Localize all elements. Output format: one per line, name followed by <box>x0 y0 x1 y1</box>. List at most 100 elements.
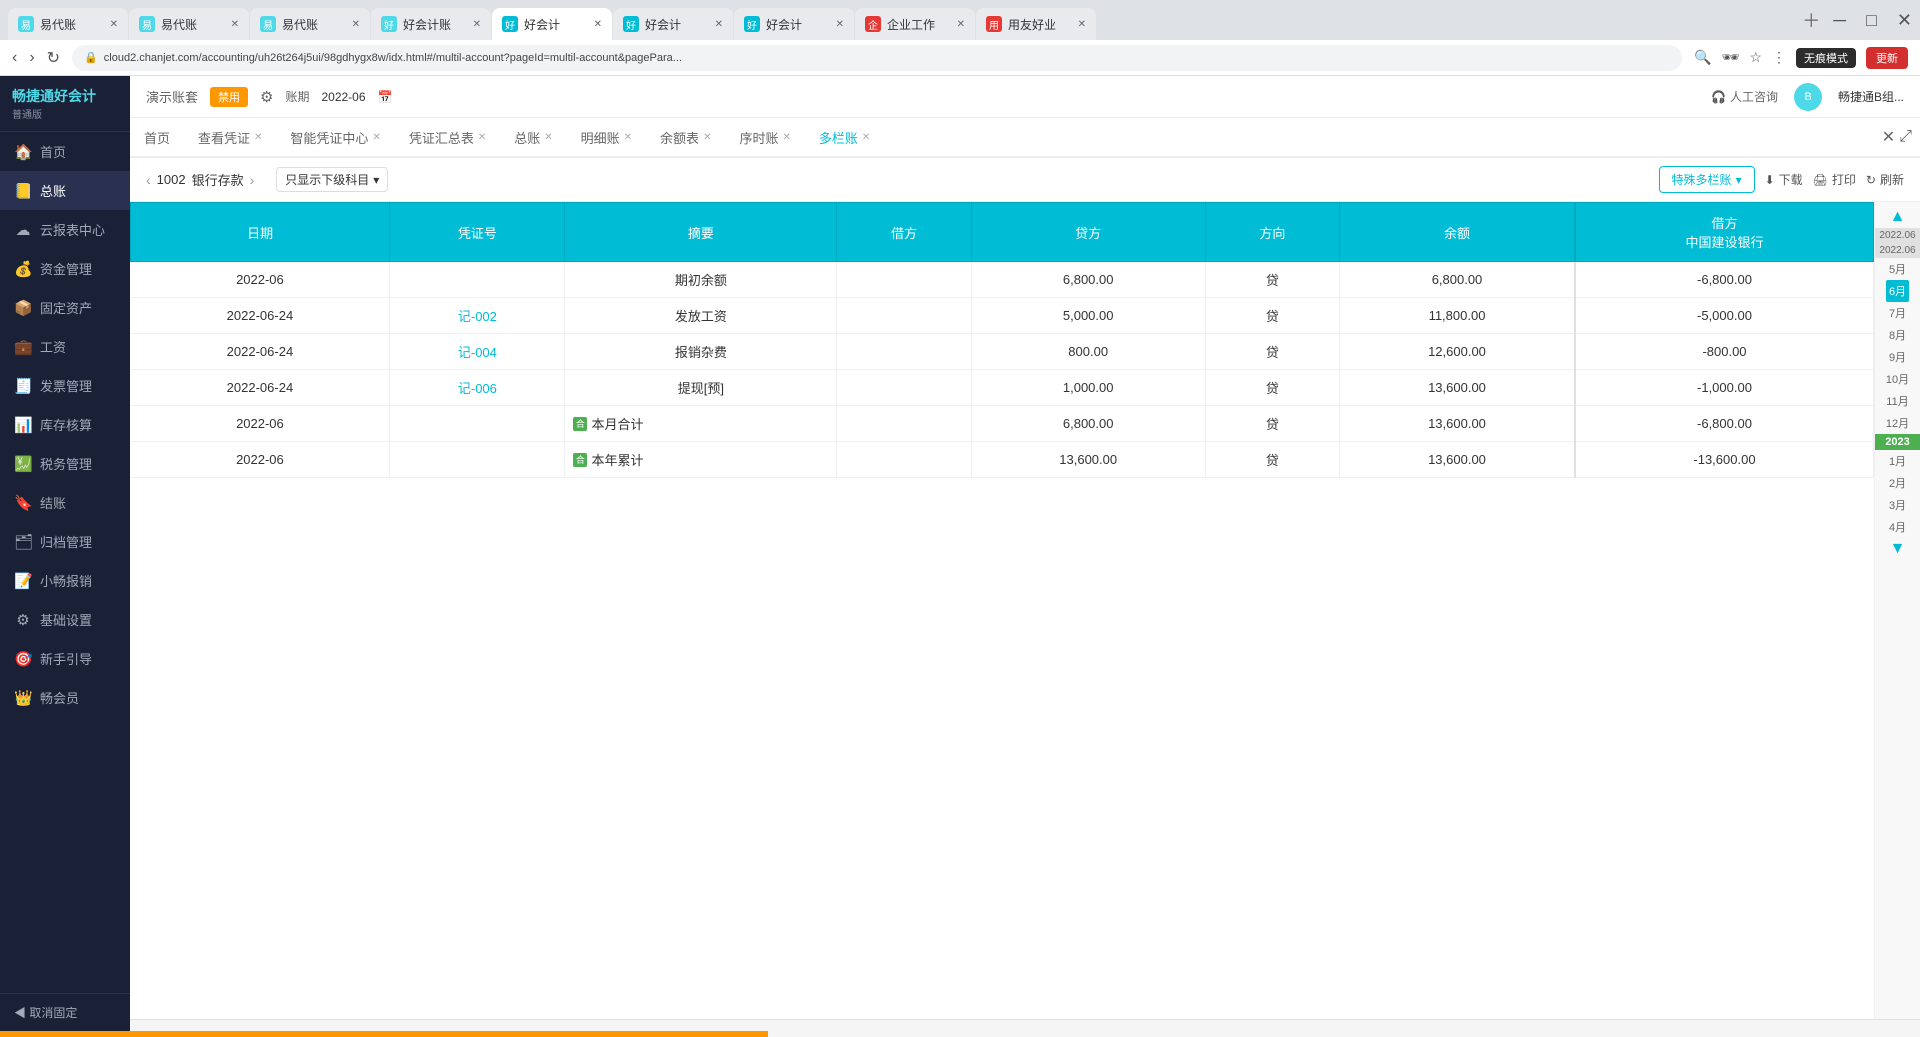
customer-service-button[interactable]: 🎧 人工咨询 <box>1711 88 1778 105</box>
sidebar-item-资金管理[interactable]: 💰 资金管理 <box>0 249 130 288</box>
tab-close-6[interactable]: ✕ <box>715 19 723 30</box>
prev-account-button[interactable]: ‹ <box>146 172 151 188</box>
minimize-button[interactable]: ─ <box>1833 10 1846 31</box>
sidebar-item-归档管理[interactable]: 🗂 归档管理 <box>0 522 130 561</box>
tab-bar-expand-icon[interactable]: ⤢ <box>1899 128 1912 146</box>
page-tab-4[interactable]: 总账 ✕ <box>500 118 566 158</box>
refresh-button[interactable]: ↻ 刷新 <box>1866 171 1904 188</box>
sidebar-item-云报表中心[interactable]: ☁ 云报表中心 <box>0 210 130 249</box>
download-button[interactable]: ⬇ 下载 <box>1765 171 1803 188</box>
cell-debit <box>837 298 971 334</box>
tab-close-2[interactable]: ✕ <box>231 19 239 30</box>
page-tab-close-5[interactable]: ✕ <box>624 132 632 143</box>
tab-close-4[interactable]: ✕ <box>473 19 481 30</box>
page-tab-close-7[interactable]: ✕ <box>782 132 790 143</box>
new-tab-button[interactable]: ＋ <box>1797 6 1825 34</box>
page-tab-2[interactable]: 智能凭证中心 ✕ <box>276 118 394 158</box>
star-icon[interactable]: ☆ <box>1749 49 1762 66</box>
sidebar-item-基础设置[interactable]: ⚙ 基础设置 <box>0 600 130 639</box>
page-tab-close-1[interactable]: ✕ <box>254 132 262 143</box>
page-tab-close-4[interactable]: ✕ <box>544 132 552 143</box>
sidebar-item-工资[interactable]: 💼 工资 <box>0 327 130 366</box>
page-tab-close-8[interactable]: ✕ <box>862 132 870 143</box>
timeline-month-2022-6月[interactable]: 6月 <box>1886 280 1909 302</box>
browser-tab-7[interactable]: 好 好会计 ✕ <box>734 8 854 40</box>
page-tab-8[interactable]: 多栏账 ✕ <box>805 118 884 158</box>
browser-menu-icon[interactable]: ⋮ <box>1772 49 1786 66</box>
timeline-month-2022-7月[interactable]: 7月 <box>1886 302 1909 324</box>
search-icon[interactable]: 🔍 <box>1694 49 1711 66</box>
page-tab-0[interactable]: 首页 <box>130 118 184 158</box>
filter-label: 只显示下级科目 <box>285 171 369 188</box>
tab-close-8[interactable]: ✕ <box>957 19 965 30</box>
timeline-scroll-up[interactable]: ▲ <box>1888 206 1908 228</box>
tab-close-1[interactable]: ✕ <box>110 19 118 30</box>
update-button[interactable]: 更新 <box>1866 47 1908 69</box>
page-tab-6[interactable]: 余额表 ✕ <box>646 118 725 158</box>
back-button[interactable]: ‹ <box>12 49 17 67</box>
timeline-month-2023-3月[interactable]: 3月 <box>1889 494 1906 516</box>
next-account-button[interactable]: › <box>250 172 255 188</box>
tab-bar-close-icon[interactable]: ✕ <box>1882 127 1895 147</box>
calendar-icon[interactable]: 📅 <box>378 90 393 104</box>
page-tab-1[interactable]: 查看凭证 ✕ <box>184 118 276 158</box>
timeline-scroll-down[interactable]: ▼ <box>1888 538 1908 560</box>
sidebar-item-库存核算[interactable]: 📊 库存核算 <box>0 405 130 444</box>
timeline-month-2022-8月[interactable]: 8月 <box>1886 324 1909 346</box>
stealth-button[interactable]: 无痕模式 <box>1796 48 1856 68</box>
tab-close-9[interactable]: ✕ <box>1078 19 1086 30</box>
page-tab-close-6[interactable]: ✕ <box>703 132 711 143</box>
cell-extra: -13,600.00 <box>1575 442 1874 478</box>
close-button[interactable]: ✕ <box>1897 10 1912 31</box>
timeline-month-2022-12月[interactable]: 12月 <box>1886 412 1909 434</box>
voucher-link[interactable]: 记-006 <box>458 381 497 396</box>
timeline-month-2022-5月[interactable]: 5月 <box>1886 258 1909 280</box>
page-tab-5[interactable]: 明细账 ✕ <box>567 118 646 158</box>
browser-tab-4[interactable]: 好 好会计账 ✕ <box>371 8 491 40</box>
timeline-month-2023-2月[interactable]: 2月 <box>1889 472 1906 494</box>
tab-close-5[interactable]: ✕ <box>594 19 602 30</box>
browser-tab-6[interactable]: 好 好会计 ✕ <box>613 8 733 40</box>
sidebar-item-新手引导[interactable]: 🎯 新手引导 <box>0 639 130 678</box>
filter-select[interactable]: 只显示下级科目 ▾ <box>276 167 388 192</box>
timeline-month-2022-9月[interactable]: 9月 <box>1886 346 1909 368</box>
sidebar-item-固定资产[interactable]: 📦 固定资产 <box>0 288 130 327</box>
browser-tab-9[interactable]: 用 用友好业 ✕ <box>976 8 1096 40</box>
page-tab-close-3[interactable]: ✕ <box>478 132 486 143</box>
forward-button[interactable]: › <box>29 49 34 67</box>
sidebar-item-小畅报销[interactable]: 📝 小畅报销 <box>0 561 130 600</box>
incognito-icon[interactable]: 🕶 <box>1722 49 1740 66</box>
timeline-month-2023-1月[interactable]: 1月 <box>1889 450 1906 472</box>
special-ledger-button[interactable]: 特殊多栏账 ▾ <box>1659 166 1755 193</box>
page-tab-3[interactable]: 凭证汇总表 ✕ <box>395 118 500 158</box>
maximize-button[interactable]: □ <box>1866 10 1877 31</box>
sidebar-item-结账[interactable]: 🔖 结账 <box>0 483 130 522</box>
tab-close-3[interactable]: ✕ <box>352 19 360 30</box>
browser-tab-8[interactable]: 企 企业工作 ✕ <box>855 8 975 40</box>
sidebar-item-首页[interactable]: 🏠 首页 <box>0 132 130 171</box>
url-input[interactable]: 🔒 cloud2.chanjet.com/accounting/uh26t264… <box>72 45 1682 71</box>
horizontal-scrollbar[interactable] <box>130 1019 1920 1031</box>
settings-icon[interactable]: ⚙ <box>260 88 273 106</box>
browser-tab-1[interactable]: 易 易代账 ✕ <box>8 8 128 40</box>
voucher-link[interactable]: 记-004 <box>458 345 497 360</box>
logo-sub: 普通版 <box>12 106 118 121</box>
timeline-month-2022-10月[interactable]: 10月 <box>1886 368 1909 390</box>
sidebar-item-总账[interactable]: 📒 总账 <box>0 171 130 210</box>
unpin-button[interactable]: ◀ 取消固定 <box>14 1004 116 1021</box>
browser-tab-5[interactable]: 好 好会计 ✕ <box>492 8 612 40</box>
voucher-link[interactable]: 记-002 <box>458 309 497 324</box>
sidebar-item-发票管理[interactable]: 🧾 发票管理 <box>0 366 130 405</box>
sidebar-item-税务管理[interactable]: 💹 税务管理 <box>0 444 130 483</box>
timeline-month-2023-4月[interactable]: 4月 <box>1889 516 1906 538</box>
page-tab-7[interactable]: 序时账 ✕ <box>725 118 804 158</box>
browser-tab-2[interactable]: 易 易代账 ✕ <box>129 8 249 40</box>
tab-close-7[interactable]: ✕ <box>836 19 844 30</box>
print-button[interactable]: 🖨 打印 <box>1813 171 1856 188</box>
right-timeline: ▲ 2022.06 2022.06 5月6月7月8月9月10月11月12月 20… <box>1874 202 1920 1019</box>
browser-tab-3[interactable]: 易 易代账 ✕ <box>250 8 370 40</box>
page-tab-close-2[interactable]: ✕ <box>372 132 380 143</box>
sidebar-item-畅会员[interactable]: 👑 畅会员 <box>0 678 130 717</box>
reload-button[interactable]: ↻ <box>47 48 60 68</box>
timeline-month-2022-11月[interactable]: 11月 <box>1886 390 1909 412</box>
